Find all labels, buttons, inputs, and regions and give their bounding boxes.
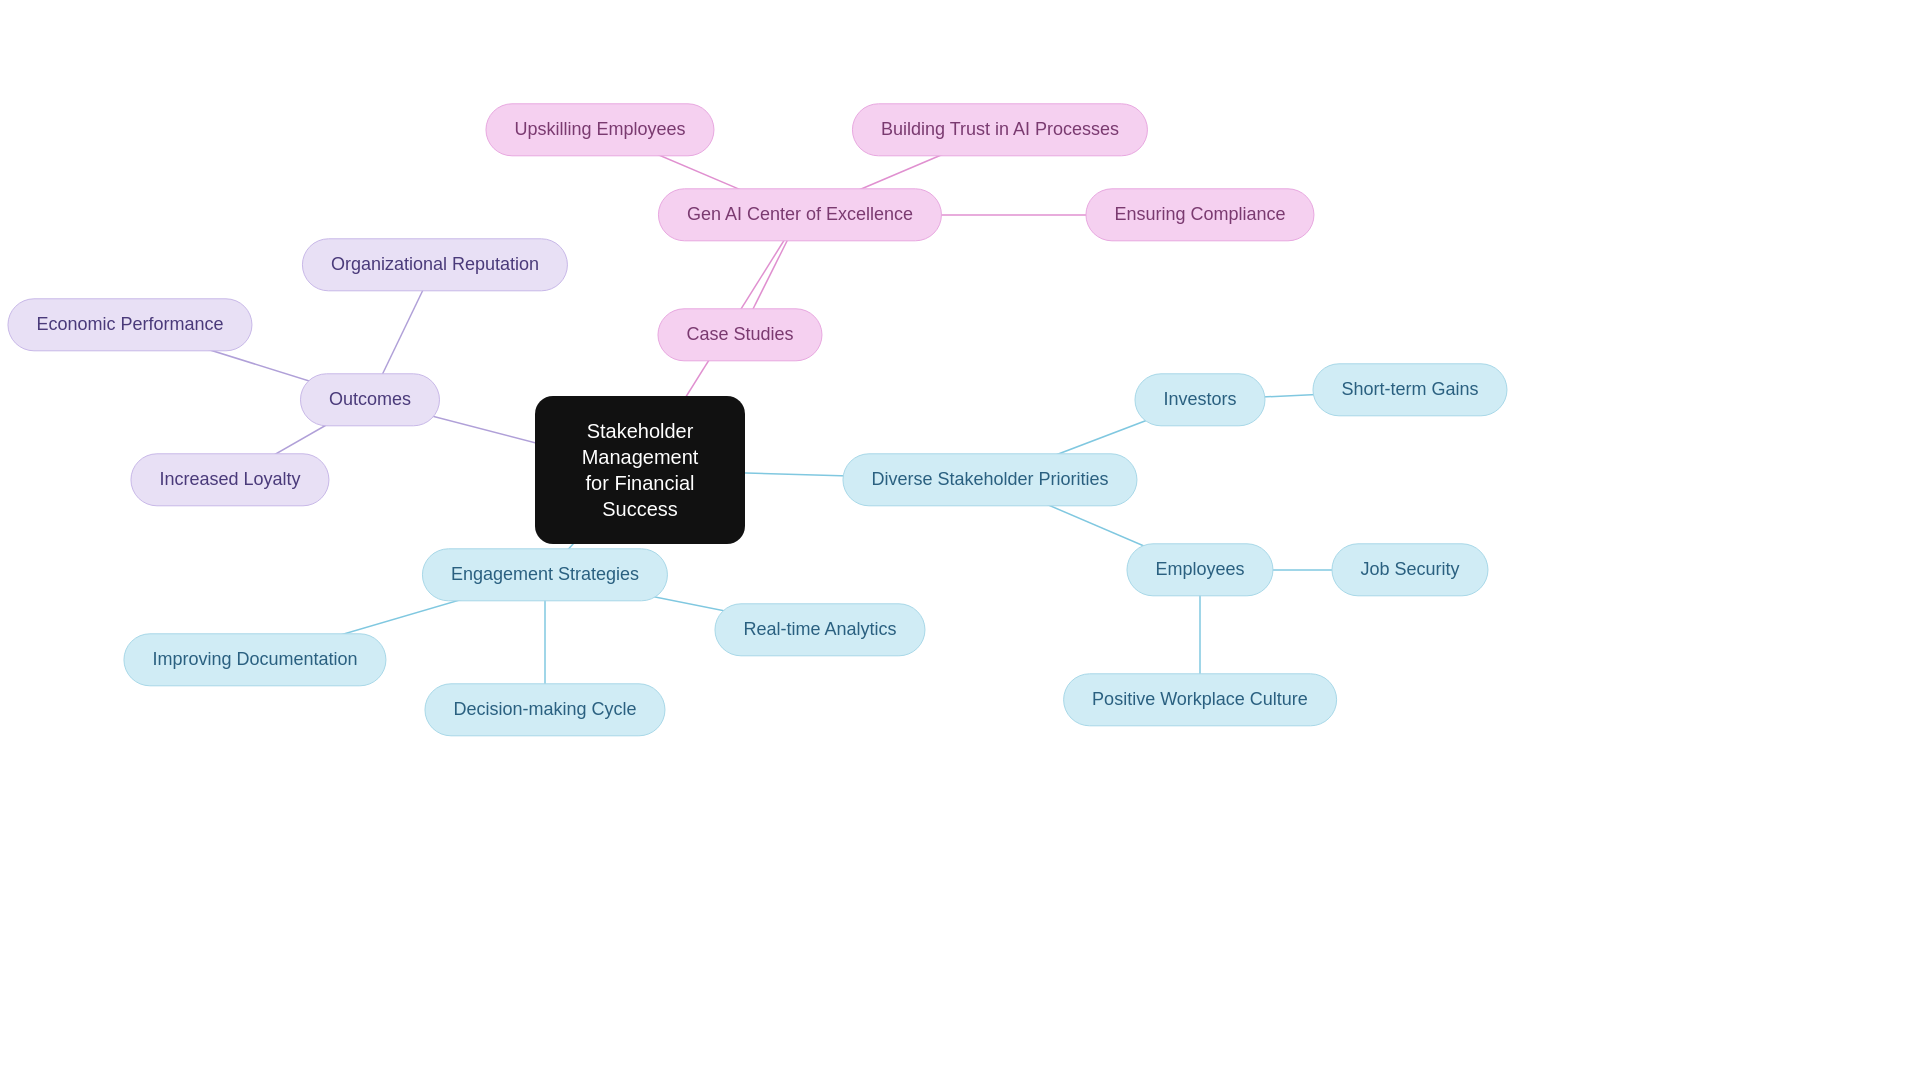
- node-building_trust[interactable]: Building Trust in AI Processes: [852, 103, 1148, 156]
- node-diverse_stakeholder[interactable]: Diverse Stakeholder Priorities: [842, 453, 1137, 506]
- node-ensuring_compliance[interactable]: Ensuring Compliance: [1085, 188, 1314, 241]
- node-center[interactable]: Stakeholder Management for Financial Suc…: [535, 396, 745, 544]
- node-upskilling[interactable]: Upskilling Employees: [485, 103, 714, 156]
- node-economic_performance[interactable]: Economic Performance: [7, 298, 252, 351]
- node-positive_workplace[interactable]: Positive Workplace Culture: [1063, 673, 1337, 726]
- node-investors[interactable]: Investors: [1134, 373, 1265, 426]
- node-employees[interactable]: Employees: [1126, 543, 1273, 596]
- mindmap-container: Stakeholder Management for Financial Suc…: [0, 0, 1920, 1083]
- node-increased_loyalty[interactable]: Increased Loyalty: [130, 453, 329, 506]
- node-job_security[interactable]: Job Security: [1331, 543, 1488, 596]
- connections-svg: [0, 0, 1920, 1083]
- node-engagement_strategies[interactable]: Engagement Strategies: [422, 548, 668, 601]
- node-gen_ai[interactable]: Gen AI Center of Excellence: [658, 188, 942, 241]
- node-outcomes[interactable]: Outcomes: [300, 373, 440, 426]
- node-case_studies[interactable]: Case Studies: [657, 308, 822, 361]
- node-real_time_analytics[interactable]: Real-time Analytics: [714, 603, 925, 656]
- node-improving_documentation[interactable]: Improving Documentation: [123, 633, 386, 686]
- node-short_term_gains[interactable]: Short-term Gains: [1312, 363, 1507, 416]
- node-decision_making[interactable]: Decision-making Cycle: [424, 683, 665, 736]
- node-org_reputation[interactable]: Organizational Reputation: [302, 238, 568, 291]
